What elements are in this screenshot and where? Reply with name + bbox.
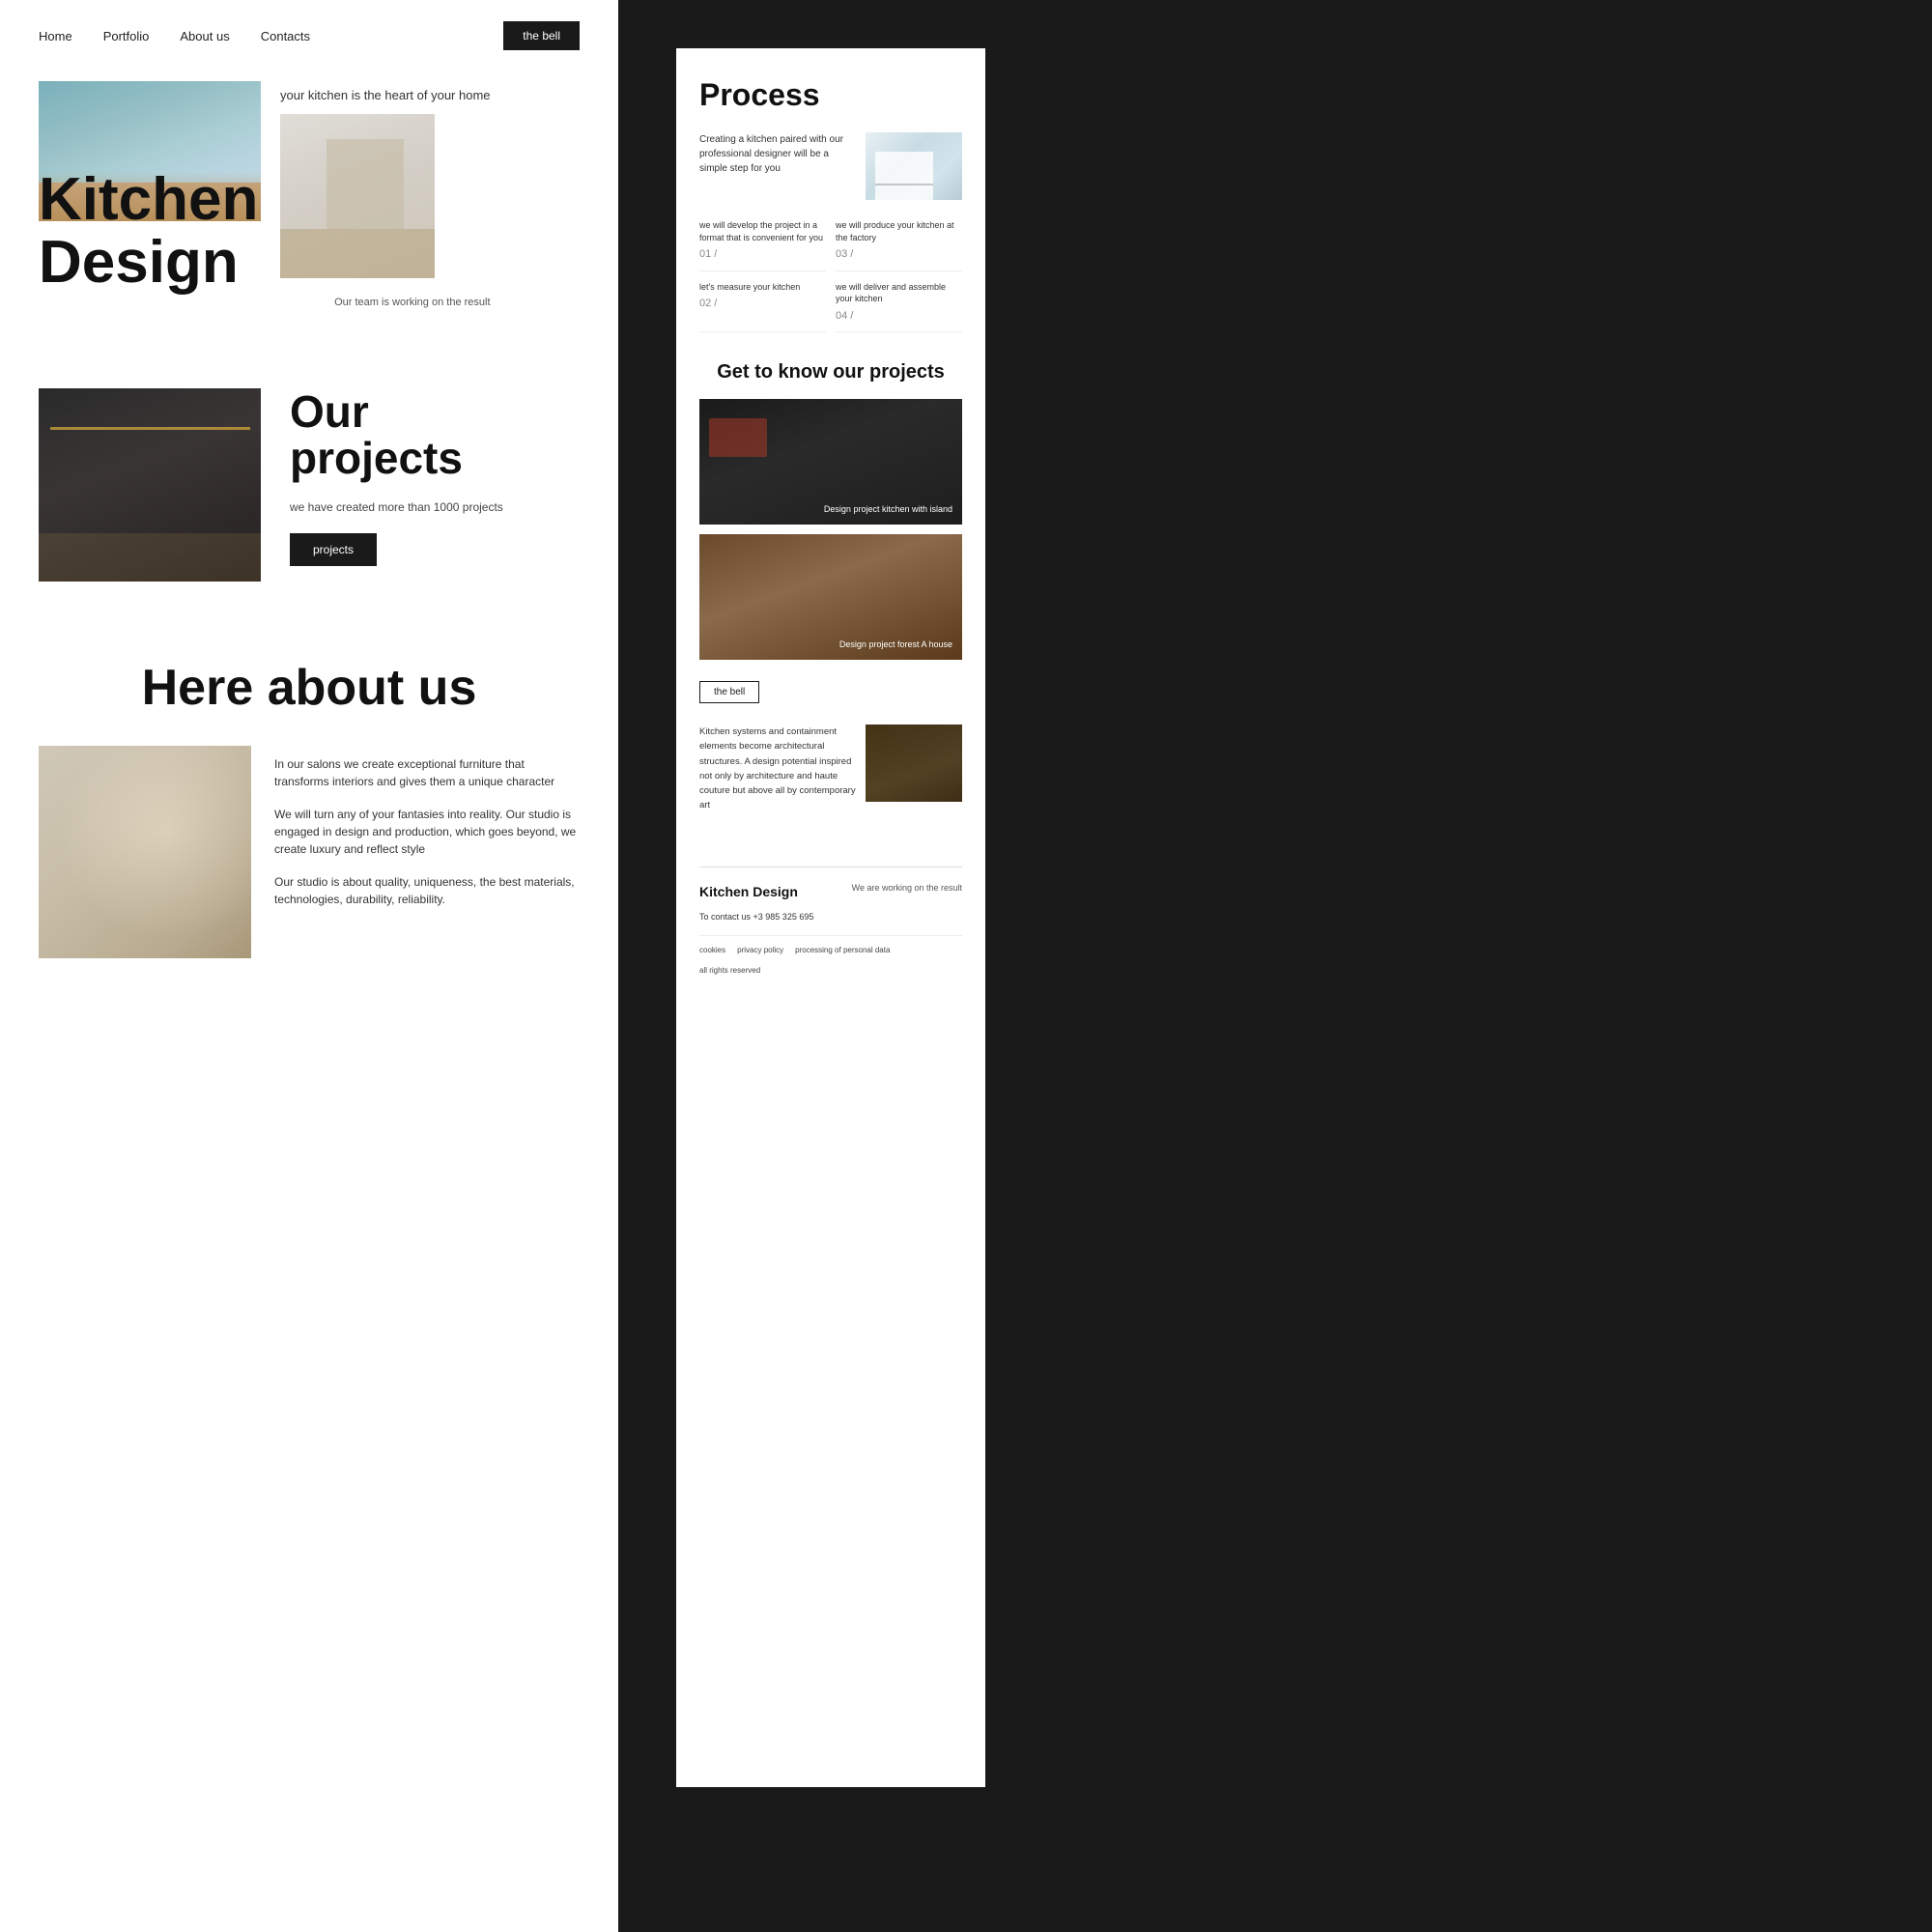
project-card-2[interactable]: Design project forest A house xyxy=(699,534,962,660)
step-num-3: 03 / xyxy=(836,247,962,262)
about-text-2: We will turn any of your fantasies into … xyxy=(274,806,580,858)
process-step-3: we will produce your kitchen at the fact… xyxy=(836,219,962,271)
hero-section: your kitchen is the heart of your home O… xyxy=(0,71,618,350)
gap-spacer xyxy=(618,0,647,1932)
projects-know-title: Get to know our projects xyxy=(699,361,962,384)
process-title: Process xyxy=(699,77,962,113)
step-num-2: 02 / xyxy=(699,297,826,311)
nav-contacts[interactable]: Contacts xyxy=(261,29,310,43)
about-section: Here about us In our salons we create ex… xyxy=(0,620,618,997)
projects-image xyxy=(39,388,261,582)
about-text-1: In our salons we create exceptional furn… xyxy=(274,755,580,790)
project-card-2-label: Design project forest A house xyxy=(839,639,952,651)
project-card-1[interactable]: Design project kitchen with island xyxy=(699,399,962,525)
process-step-4: we will deliver and assemble your kitche… xyxy=(836,281,962,333)
projects-content: Our projects we have created more than 1… xyxy=(290,388,580,567)
bottom-content: Kitchen systems and containment elements… xyxy=(699,724,962,828)
nav-links: Home Portfolio About us Contacts xyxy=(39,29,310,43)
footer-link-rights: all rights reserved xyxy=(699,966,760,975)
hero-tagline: your kitchen is the heart of your home xyxy=(280,81,491,104)
nav-cta-button[interactable]: the bell xyxy=(503,21,580,50)
nav-home[interactable]: Home xyxy=(39,29,72,43)
projects-button[interactable]: projects xyxy=(290,533,377,566)
footer-link-cookies[interactable]: cookies xyxy=(699,946,725,954)
about-image xyxy=(39,746,251,958)
bottom-image xyxy=(866,724,962,802)
step-num-1: 01 / xyxy=(699,247,826,262)
footer-link-processing[interactable]: processing of personal data xyxy=(795,946,890,954)
about-text-3: Our studio is about quality, uniqueness,… xyxy=(274,873,580,908)
right-panel: Process Creating a kitchen paired with o… xyxy=(676,48,985,1787)
footer-brand: Kitchen Design xyxy=(699,883,798,900)
about-content: In our salons we create exceptional furn… xyxy=(39,746,580,958)
nav-about[interactable]: About us xyxy=(180,29,229,43)
process-image xyxy=(866,132,962,200)
process-step-2: let's measure your kitchen 02 / xyxy=(699,281,826,333)
projects-subtitle: we have created more than 1000 projects xyxy=(290,500,580,514)
footer-right: Kitchen Design We are working on the res… xyxy=(699,867,962,975)
hero-right-col: your kitchen is the heart of your home O… xyxy=(280,81,491,311)
navbar: Home Portfolio About us Contacts the bel… xyxy=(0,0,618,71)
hero-small-image xyxy=(280,114,435,278)
step-num-4: 04 / xyxy=(836,309,962,324)
footer-link-privacy[interactable]: privacy policy xyxy=(737,946,783,954)
about-title: Here about us xyxy=(39,659,580,717)
process-top: Creating a kitchen paired with our profe… xyxy=(699,132,962,200)
process-description: Creating a kitchen paired with our profe… xyxy=(699,132,852,200)
projects-section: Our projects we have created more than 1… xyxy=(0,350,618,620)
process-steps: we will develop the project in a format … xyxy=(699,219,962,332)
the-bell-badge[interactable]: the bell xyxy=(699,669,962,715)
process-step-1: we will develop the project in a format … xyxy=(699,219,826,271)
nav-portfolio[interactable]: Portfolio xyxy=(103,29,150,43)
left-panel: Home Portfolio About us Contacts the bel… xyxy=(0,0,618,1932)
project-card-1-label: Design project kitchen with island xyxy=(824,503,952,516)
footer-links: cookies privacy policy processing of per… xyxy=(699,935,962,975)
projects-title: Our projects xyxy=(290,388,580,482)
footer-contact: To contact us +3 985 325 695 xyxy=(699,912,962,922)
hero-working-text: Our team is working on the result xyxy=(280,296,491,310)
about-texts: In our salons we create exceptional furn… xyxy=(274,746,580,958)
footer-tagline: We are working on the result xyxy=(852,883,962,893)
hero-title: Kitchen Design xyxy=(39,168,258,294)
